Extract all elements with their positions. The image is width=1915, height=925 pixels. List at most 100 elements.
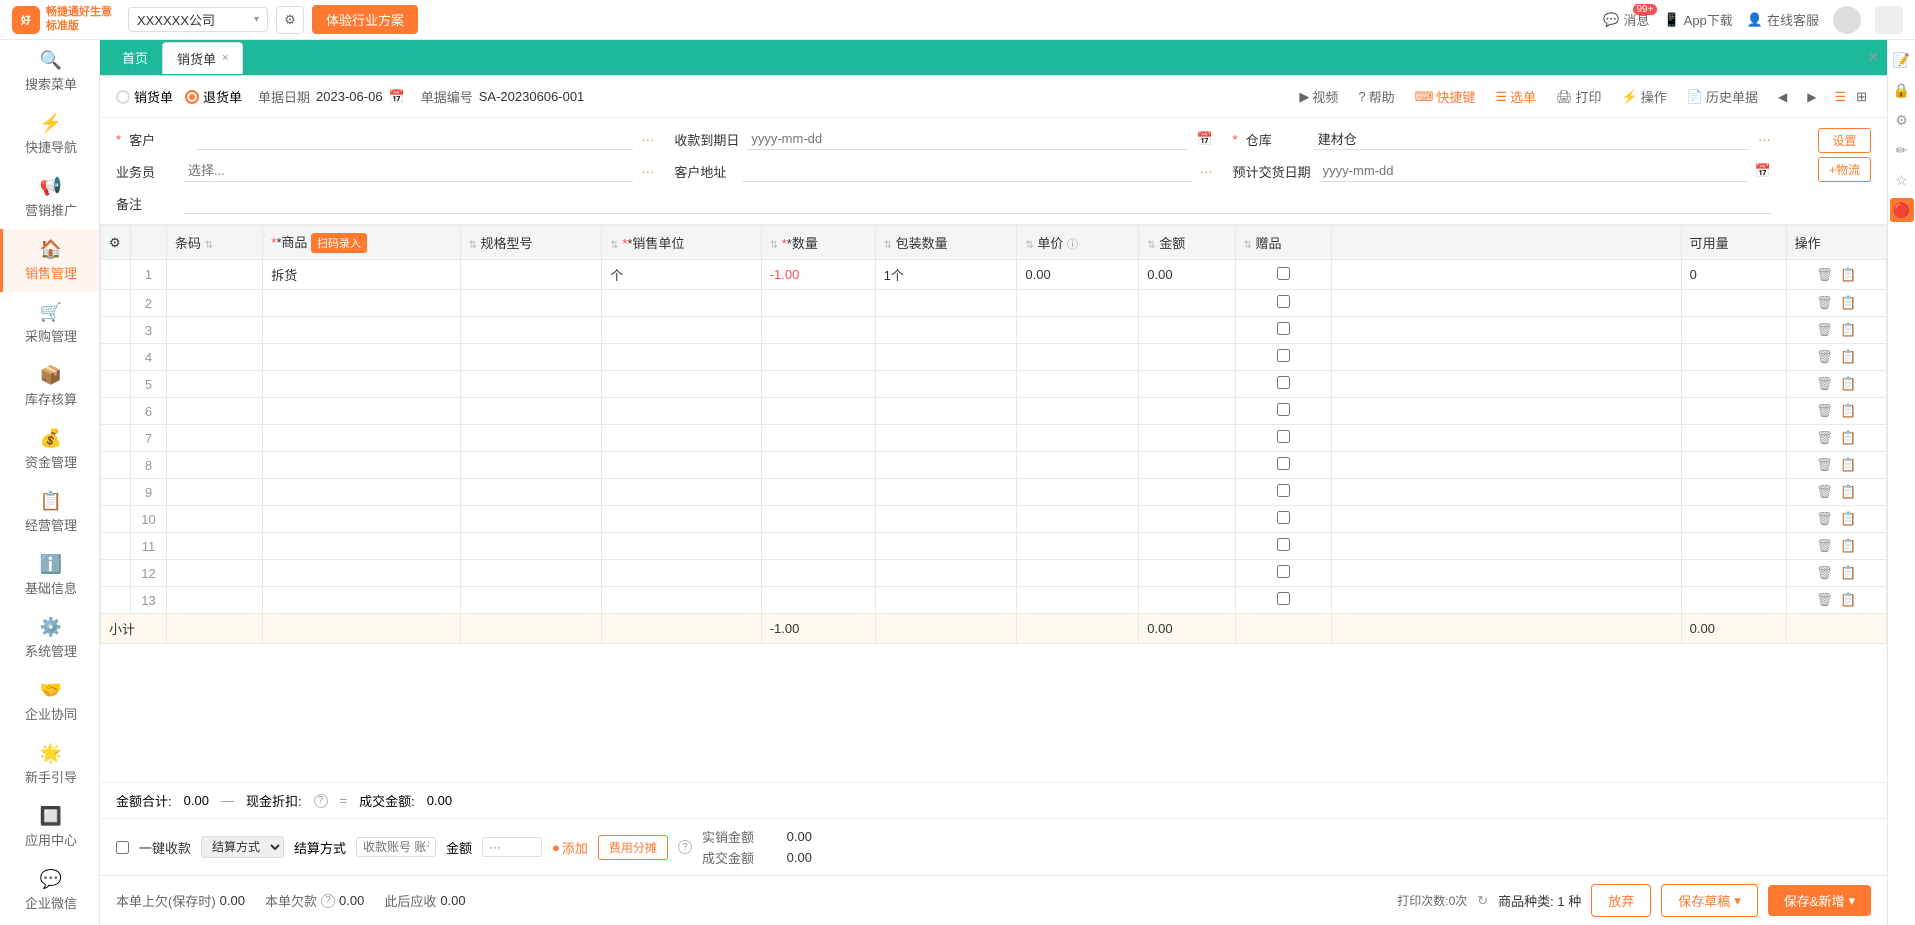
delete-icon[interactable]: 🗑	[1816, 322, 1833, 337]
save-draft-button[interactable]: 保存草稿 ▾	[1661, 884, 1758, 917]
sidebar-item-basic-info[interactable]: ℹ️ 基础信息	[0, 544, 99, 607]
copy-icon[interactable]: 📋	[1840, 267, 1856, 282]
delete-icon[interactable]: 🗑	[1816, 511, 1833, 526]
copy-icon[interactable]: 📋	[1840, 349, 1856, 364]
total-debt-help-icon[interactable]: ?	[321, 894, 335, 908]
payment-method-select[interactable]: 结算方式	[201, 836, 284, 858]
grid-view-button[interactable]: ⊞	[1852, 87, 1871, 107]
sidebar-item-guide[interactable]: 🌟 新手引导	[0, 733, 99, 796]
customer-dots[interactable]: ···	[641, 132, 654, 147]
close-all-tabs[interactable]: ✕	[1867, 49, 1879, 66]
avatar[interactable]	[1833, 6, 1861, 34]
right-panel-note-icon[interactable]: 📝	[1890, 48, 1914, 72]
delete-icon[interactable]: 🗑	[1816, 565, 1833, 580]
salesperson-dots[interactable]: ···	[641, 164, 654, 179]
prev-record-button[interactable]: ◀	[1772, 87, 1793, 107]
cash-discount-help-icon[interactable]: ?	[314, 794, 328, 808]
expected-delivery-input[interactable]	[1319, 160, 1747, 182]
shortcut-button[interactable]: ⌨ 快捷键	[1409, 84, 1482, 109]
sidebar-item-marketing[interactable]: 📢 营销推广	[0, 166, 99, 229]
address-dots[interactable]: ···	[1200, 164, 1213, 179]
copy-icon[interactable]: 📋	[1840, 295, 1856, 310]
tab-close-icon[interactable]: ×	[222, 52, 228, 64]
app-download-button[interactable]: 📱 App下载	[1663, 10, 1732, 29]
right-panel-gear-icon[interactable]: ⚙	[1890, 108, 1914, 132]
expenses-button[interactable]: 费用分摊	[598, 835, 668, 860]
history-button[interactable]: 📄 历史单据	[1681, 84, 1764, 109]
sidebar-item-enterprise[interactable]: 🤝 企业协同	[0, 670, 99, 733]
logistics-button[interactable]: +物流	[1818, 157, 1871, 182]
tab-home[interactable]: 首页	[108, 42, 162, 73]
online-service-button[interactable]: 👤 在线客服	[1747, 10, 1819, 29]
user-menu[interactable]	[1875, 6, 1903, 34]
add-payment-button[interactable]: ● 添加	[552, 838, 588, 857]
col-settings[interactable]: ⚙	[101, 226, 131, 260]
copy-icon[interactable]: 📋	[1840, 511, 1856, 526]
delivery-calendar-icon[interactable]: 📅	[1755, 163, 1771, 179]
trial-button[interactable]: 体验行业方案	[312, 5, 418, 34]
company-selector[interactable]: XXXXXX公司 ▾	[128, 7, 268, 32]
delete-icon[interactable]: 🗑	[1816, 430, 1833, 445]
next-record-button[interactable]: ▶	[1801, 87, 1822, 107]
sidebar-item-app-center[interactable]: 🔲 应用中心	[0, 796, 99, 859]
copy-icon[interactable]: 📋	[1840, 403, 1856, 418]
delete-icon[interactable]: 🗑	[1816, 592, 1833, 607]
settings-button[interactable]: 设置	[1818, 128, 1871, 153]
notes-input[interactable]	[184, 192, 1771, 214]
return-order-radio[interactable]: 退货单	[185, 87, 242, 106]
copy-icon[interactable]: 📋	[1840, 538, 1856, 553]
refresh-icon[interactable]: ↻	[1477, 893, 1488, 909]
delete-icon[interactable]: 🗑	[1816, 538, 1833, 553]
print-button[interactable]: 🖨 打印	[1550, 84, 1608, 109]
sidebar-item-operation[interactable]: 📋 经营管理	[0, 481, 99, 544]
video-button[interactable]: ▶ 视频	[1293, 84, 1344, 109]
copy-icon[interactable]: 📋	[1840, 484, 1856, 499]
salesperson-input[interactable]	[184, 160, 633, 182]
list-view-button[interactable]: ☰	[1830, 87, 1850, 107]
customer-input[interactable]	[197, 128, 633, 150]
right-panel-star-icon[interactable]: ☆	[1890, 168, 1914, 192]
expenses-help-icon[interactable]: ?	[678, 840, 692, 854]
copy-icon[interactable]: 📋	[1840, 376, 1856, 391]
delete-icon[interactable]: 🗑	[1816, 267, 1833, 282]
copy-icon[interactable]: 📋	[1840, 565, 1856, 580]
payment-account-input[interactable]	[356, 837, 436, 857]
operation-button[interactable]: ⚡ 操作	[1616, 84, 1673, 109]
sidebar-item-quick-nav[interactable]: ⚡ 快捷导航	[0, 103, 99, 166]
payment-date-calendar-icon[interactable]: 📅	[1196, 131, 1212, 147]
sidebar-item-purchase[interactable]: 🛒 采购管理	[0, 292, 99, 355]
sidebar-item-inventory[interactable]: 📦 库存核算	[0, 355, 99, 418]
delete-icon[interactable]: 🗑	[1816, 403, 1833, 418]
scan-button[interactable]: 扫码录入	[311, 233, 367, 253]
copy-icon[interactable]: 📋	[1840, 322, 1856, 337]
tab-sales-order[interactable]: 销货单 ×	[162, 42, 243, 74]
date-calendar-icon[interactable]: 📅	[389, 89, 405, 105]
payment-amount-input[interactable]	[482, 837, 542, 857]
delete-icon[interactable]: 🗑	[1816, 349, 1833, 364]
delete-icon[interactable]: 🗑	[1816, 376, 1833, 391]
right-panel-lock-icon[interactable]: 🔒	[1890, 78, 1914, 102]
warehouse-input[interactable]	[1314, 128, 1750, 150]
sidebar-item-search[interactable]: 🔍 搜索菜单	[0, 40, 99, 103]
right-panel-pencil-icon[interactable]: ✏	[1890, 138, 1914, 162]
settings-icon[interactable]: ⚙	[276, 6, 304, 34]
copy-icon[interactable]: 📋	[1840, 592, 1856, 607]
customer-address-input[interactable]	[742, 160, 1191, 182]
copy-icon[interactable]: 📋	[1840, 457, 1856, 472]
delete-icon[interactable]: 🗑	[1816, 295, 1833, 310]
sidebar-item-wechat[interactable]: 💬 企业微信	[0, 859, 99, 922]
sales-order-radio[interactable]: 销货单	[116, 87, 173, 106]
sidebar-item-system[interactable]: ⚙️ 系统管理	[0, 607, 99, 670]
payment-date-input[interactable]	[747, 128, 1188, 150]
delete-icon[interactable]: 🗑	[1816, 484, 1833, 499]
select-button[interactable]: ☰ 选单	[1489, 84, 1542, 109]
discard-button[interactable]: 放弃	[1591, 884, 1651, 917]
delete-icon[interactable]: 🗑	[1816, 457, 1833, 472]
save-new-button[interactable]: 保存&新增 ▾	[1768, 885, 1871, 916]
right-panel-orange-icon[interactable]: 🔴	[1890, 198, 1914, 222]
copy-icon[interactable]: 📋	[1840, 430, 1856, 445]
help-button[interactable]: ? 帮助	[1352, 84, 1400, 109]
one-click-payment-checkbox[interactable]	[116, 841, 129, 854]
warehouse-dots[interactable]: ···	[1758, 132, 1771, 147]
message-button[interactable]: 💬 消息 99+	[1603, 10, 1649, 29]
